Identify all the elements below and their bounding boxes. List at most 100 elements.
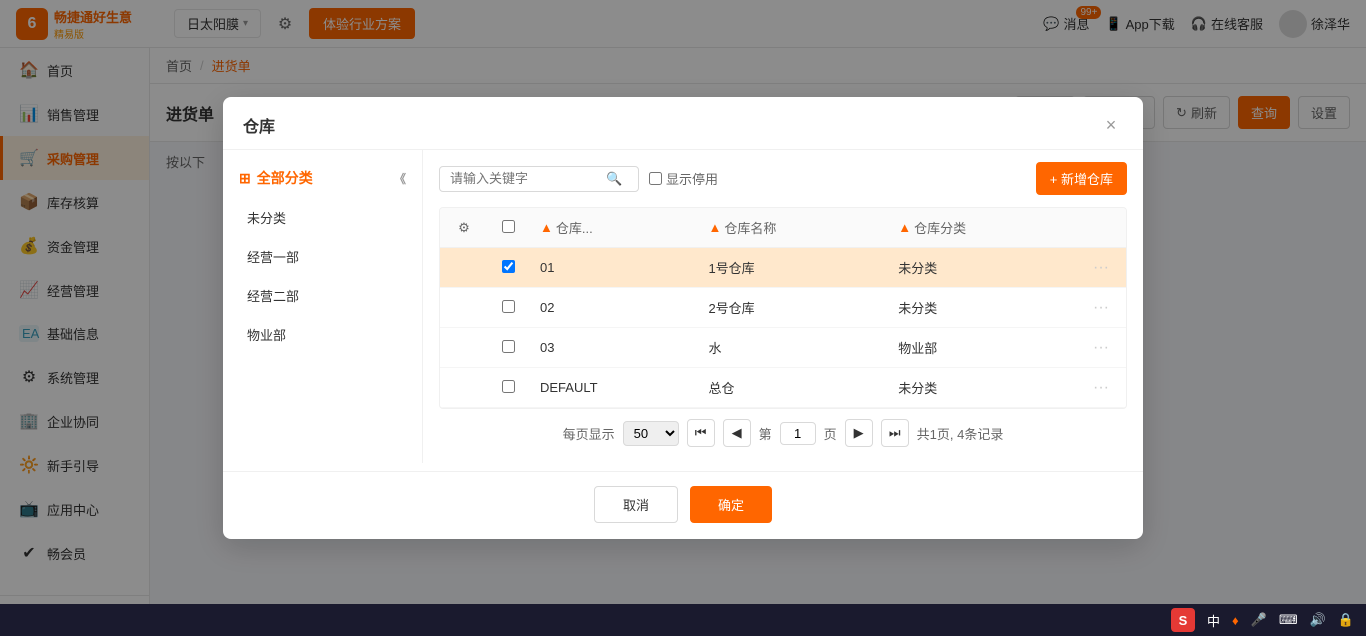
gear-icon[interactable]: ⚙ (458, 220, 470, 235)
category-item-0[interactable]: 未分类 (223, 198, 422, 237)
modal-close-button[interactable]: × (1099, 113, 1123, 137)
more-icon[interactable]: ··· (1093, 379, 1109, 396)
cancel-button[interactable]: 取消 (594, 486, 678, 523)
dot-icon: ♦ (1232, 613, 1239, 628)
row-actions[interactable]: ··· (1076, 328, 1126, 368)
warehouse-table: ⚙ ▲ 仓库... (439, 207, 1127, 409)
table-header-row: ⚙ ▲ 仓库... (440, 208, 1126, 248)
row-category: 未分类 (886, 368, 1076, 408)
modal-body: ⊞ 全部分类 《 未分类 经营一部 经营二部 物业部 🔍 (223, 150, 1143, 463)
last-page-button[interactable]: ⏭ (881, 419, 909, 447)
modal-action-footer: 取消 确定 (223, 471, 1143, 539)
row-checkbox[interactable] (502, 260, 515, 273)
row-checkbox[interactable] (502, 380, 515, 393)
modal-right-panel: 🔍 显示停用 + 新增仓库 (423, 150, 1143, 463)
col-name-label: 仓库名称 (724, 218, 776, 237)
col-category-label: 仓库分类 (914, 218, 966, 237)
sort-icon-2: ▲ (708, 220, 721, 235)
more-icon[interactable]: ··· (1093, 299, 1109, 316)
row-name: 2号仓库 (696, 288, 886, 328)
col-category-header: ▲ 仓库分类 (886, 208, 1076, 248)
statusbar-logo: S (1171, 608, 1195, 632)
show-disabled-label: 显示停用 (666, 169, 718, 188)
row-check[interactable] (488, 288, 528, 328)
select-all-checkbox[interactable] (502, 220, 515, 233)
toolbar-right: + 新增仓库 (1036, 162, 1127, 195)
category-item-2[interactable]: 经营二部 (223, 276, 422, 315)
all-category-label: 全部分类 (257, 168, 313, 188)
category-item-1[interactable]: 经营一部 (223, 237, 422, 276)
show-disabled-check[interactable] (649, 172, 662, 185)
per-page-label: 每页显示 (563, 424, 615, 443)
col-gear-header: ⚙ (440, 208, 488, 248)
row-name: 水 (696, 328, 886, 368)
table-row[interactable]: DEFAULT 总仓 未分类 ··· (440, 368, 1126, 408)
volume-icon[interactable]: 🔊 (1310, 612, 1326, 628)
table-body: 01 1号仓库 未分类 ··· 02 2号仓库 未分类 ··· 03 水 物业部… (440, 248, 1126, 408)
lock-icon[interactable]: 🔒 (1338, 612, 1354, 628)
warehouse-modal: 仓库 × ⊞ 全部分类 《 未分类 经营一部 经营二部 物业部 (223, 97, 1143, 539)
row-check[interactable] (488, 328, 528, 368)
sort-icon-3: ▲ (898, 220, 911, 235)
row-actions[interactable]: ··· (1076, 248, 1126, 288)
modal-title: 仓库 (243, 113, 275, 137)
add-warehouse-button[interactable]: + 新增仓库 (1036, 162, 1127, 195)
more-icon[interactable]: ··· (1093, 259, 1109, 276)
row-category: 未分类 (886, 288, 1076, 328)
table-row[interactable]: 01 1号仓库 未分类 ··· (440, 248, 1126, 288)
page-label: 第 (759, 424, 772, 443)
confirm-button[interactable]: 确定 (690, 486, 772, 523)
row-check[interactable] (488, 248, 528, 288)
row-code: 01 (528, 248, 696, 288)
col-actions-header (1076, 208, 1126, 248)
row-gear (440, 328, 488, 368)
total-info: 共1页, 4条记录 (917, 424, 1004, 443)
modal-left-panel: ⊞ 全部分类 《 未分类 经营一部 经营二部 物业部 (223, 150, 423, 463)
search-box: 🔍 (439, 166, 639, 192)
row-gear (440, 288, 488, 328)
col-name-header: ▲ 仓库名称 (696, 208, 886, 248)
keyboard-icon[interactable]: ⌨ (1279, 612, 1298, 628)
collapse-icon[interactable]: 《 (394, 170, 406, 187)
modal-toolbar: 🔍 显示停用 + 新增仓库 (439, 162, 1127, 195)
search-icon[interactable]: 🔍 (606, 171, 622, 187)
row-gear (440, 248, 488, 288)
row-gear (440, 368, 488, 408)
row-actions[interactable]: ··· (1076, 368, 1126, 408)
search-input[interactable] (450, 171, 600, 186)
table-row[interactable]: 03 水 物业部 ··· (440, 328, 1126, 368)
prev-page-button[interactable]: ◀ (723, 419, 751, 447)
row-actions[interactable]: ··· (1076, 288, 1126, 328)
col-check-header (488, 208, 528, 248)
show-disabled-checkbox[interactable]: 显示停用 (649, 169, 718, 188)
category-item-3[interactable]: 物业部 (223, 315, 422, 354)
row-check[interactable] (488, 368, 528, 408)
row-code: 02 (528, 288, 696, 328)
page-suffix: 页 (824, 424, 837, 443)
ime-label[interactable]: 中 (1207, 611, 1220, 630)
statusbar: S 中 ♦ 🎤 ⌨ 🔊 🔒 (0, 604, 1366, 636)
row-name: 总仓 (696, 368, 886, 408)
more-icon[interactable]: ··· (1093, 339, 1109, 356)
sort-icon: ▲ (540, 220, 553, 235)
table: ⚙ ▲ 仓库... (440, 208, 1126, 408)
page-input[interactable] (780, 422, 816, 445)
modal-header: 仓库 × (223, 97, 1143, 150)
modal-overlay[interactable]: 仓库 × ⊞ 全部分类 《 未分类 经营一部 经营二部 物业部 (0, 0, 1366, 636)
row-checkbox[interactable] (502, 340, 515, 353)
grid-icon: ⊞ (239, 170, 251, 187)
row-category: 未分类 (886, 248, 1076, 288)
next-page-button[interactable]: ▶ (845, 419, 873, 447)
col-code-header: ▲ 仓库... (528, 208, 696, 248)
row-category: 物业部 (886, 328, 1076, 368)
col-code-label: 仓库... (556, 218, 593, 237)
row-checkbox[interactable] (502, 300, 515, 313)
per-page-select[interactable]: 50 10 20 100 (623, 421, 679, 446)
first-page-button[interactable]: ⏮ (687, 419, 715, 447)
mic-icon[interactable]: 🎤 (1251, 612, 1267, 628)
table-row[interactable]: 02 2号仓库 未分类 ··· (440, 288, 1126, 328)
pagination-bar: 每页显示 50 10 20 100 ⏮ ◀ 第 页 ▶ ⏭ 共1页, 4条记录 (439, 409, 1127, 451)
row-code: DEFAULT (528, 368, 696, 408)
all-category-button[interactable]: ⊞ 全部分类 《 (223, 158, 422, 198)
row-name: 1号仓库 (696, 248, 886, 288)
